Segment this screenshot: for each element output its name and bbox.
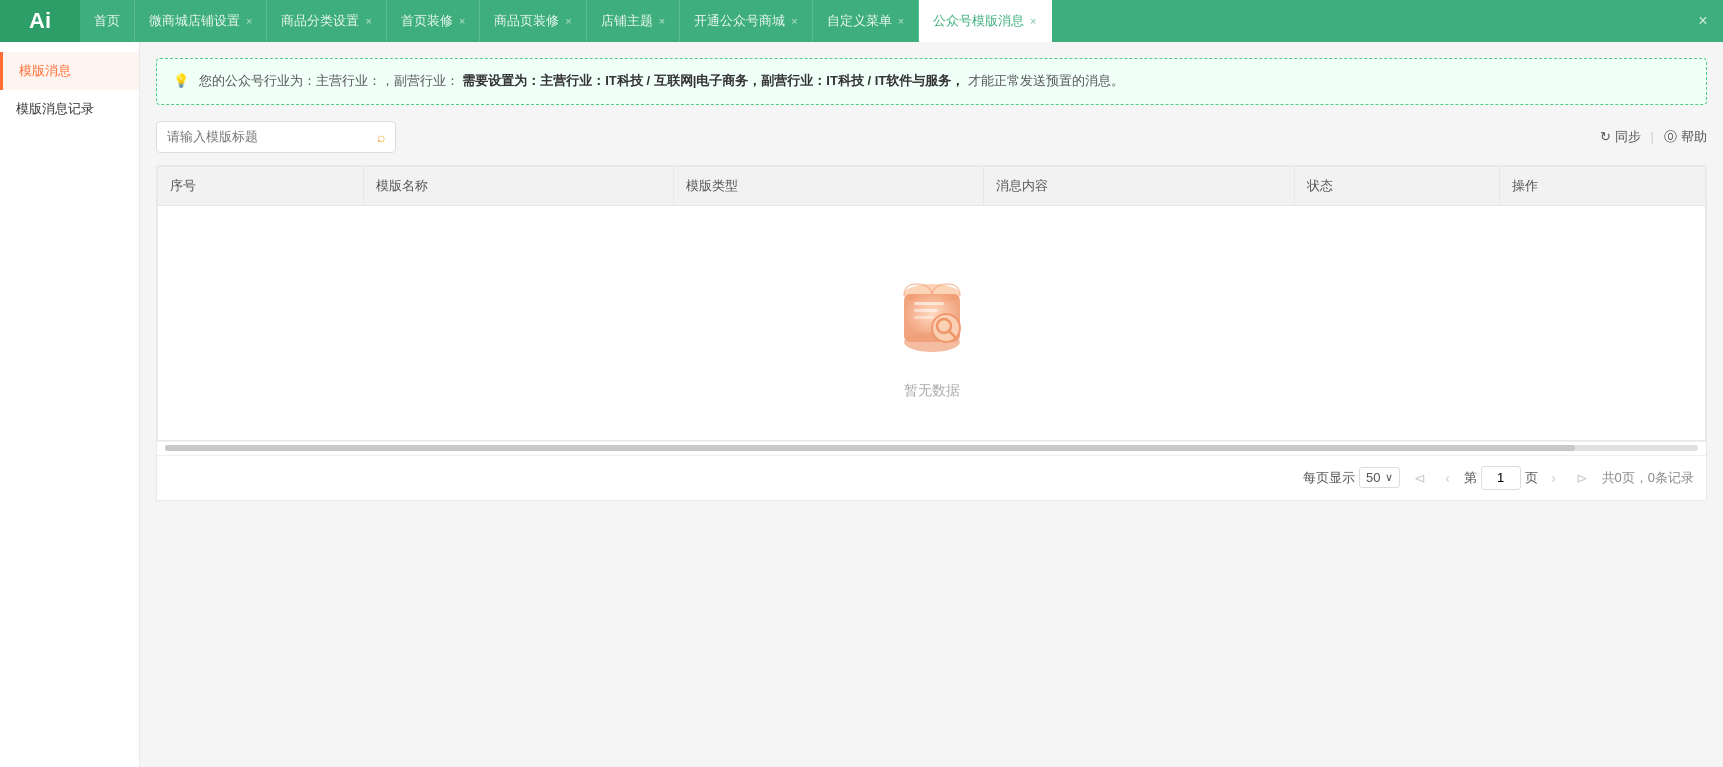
table-header-content: 消息内容 xyxy=(984,166,1294,205)
notice-suffix: 才能正常发送预置的消息。 xyxy=(968,73,1124,88)
empty-state: 暂无数据 xyxy=(158,206,1705,440)
horizontal-scrollbar[interactable] xyxy=(157,441,1706,455)
nav-tab-product-category[interactable]: 商品分类设置× xyxy=(267,0,386,42)
search-input[interactable] xyxy=(167,129,373,144)
total-info: 共0页，0条记录 xyxy=(1602,469,1694,487)
empty-state-row: 暂无数据 xyxy=(158,205,1706,440)
help-label: 帮助 xyxy=(1681,128,1707,146)
page-size-dropdown[interactable]: 50 ∨ xyxy=(1359,467,1399,488)
page-prefix: 第 xyxy=(1464,469,1477,487)
nav-tab-custom-menu[interactable]: 自定义菜单× xyxy=(813,0,919,42)
prev-page-button[interactable]: ‹ xyxy=(1436,466,1460,490)
nav-tab-store-theme[interactable]: 店铺主题× xyxy=(587,0,680,42)
page-suffix: 页 xyxy=(1525,469,1538,487)
close-tab-product-category[interactable]: × xyxy=(365,15,371,27)
page-size-select: 每页显示 50 ∨ xyxy=(1303,467,1399,488)
nav-tab-home[interactable]: 首页 xyxy=(80,0,135,42)
next-page-button[interactable]: › xyxy=(1542,466,1566,490)
notice-banner: 💡 您的公众号行业为：主营行业：，副营行业： 需要设置为：主营行业：IT科技 /… xyxy=(156,58,1707,105)
main-layout: 模版消息模版消息记录 💡 您的公众号行业为：主营行业：，副营行业： 需要设置为：… xyxy=(0,42,1723,767)
close-tab-shop-settings[interactable]: × xyxy=(246,15,252,27)
table-wrapper: 序号模版名称模版类型消息内容状态操作 xyxy=(156,165,1707,501)
empty-text: 暂无数据 xyxy=(904,382,960,400)
search-bar: ⌕ ↻ 同步 | ⓪ 帮助 xyxy=(156,121,1707,153)
sync-label: 同步 xyxy=(1615,128,1641,146)
table-header: 序号模版名称模版类型消息内容状态操作 xyxy=(158,166,1706,205)
sync-button[interactable]: ↻ 同步 xyxy=(1600,128,1641,146)
nav-tab-shop-settings[interactable]: 微商城店铺设置× xyxy=(135,0,267,42)
app-logo: Ai xyxy=(0,0,80,42)
table-header-action: 操作 xyxy=(1500,166,1706,205)
page-size-label: 每页显示 xyxy=(1303,469,1355,487)
table-header-name: 模版名称 xyxy=(363,166,673,205)
scrollbar-track xyxy=(165,445,1698,451)
page-size-value: 50 xyxy=(1366,470,1380,485)
close-tab-home-decoration[interactable]: × xyxy=(459,15,465,27)
close-all-button[interactable]: × xyxy=(1683,0,1723,42)
search-icon[interactable]: ⌕ xyxy=(377,129,385,145)
search-input-wrap[interactable]: ⌕ xyxy=(156,121,396,153)
pagination: 每页显示 50 ∨ ⊲ ‹ 第 页 › ⊳ 共0页，0条记录 xyxy=(157,455,1706,500)
close-tab-product-decoration[interactable]: × xyxy=(565,15,571,27)
nav-tabs: 首页微商城店铺设置×商品分类设置×首页装修×商品页装修×店铺主题×开通公众号商城… xyxy=(80,0,1683,42)
table-header-type: 模版类型 xyxy=(674,166,984,205)
sidebar-item-template-msg[interactable]: 模版消息 xyxy=(0,52,139,90)
notice-highlight: 需要设置为：主营行业：IT科技 / 互联网|电子商务，副营行业：IT科技 / I… xyxy=(462,73,964,88)
table-body: 暂无数据 xyxy=(158,205,1706,440)
nav-tab-open-mall[interactable]: 开通公众号商城× xyxy=(680,0,812,42)
first-page-button[interactable]: ⊲ xyxy=(1408,466,1432,490)
help-button[interactable]: ⓪ 帮助 xyxy=(1664,128,1707,146)
close-tab-custom-menu[interactable]: × xyxy=(898,15,904,27)
close-tab-template-msg[interactable]: × xyxy=(1030,15,1036,27)
toolbar-right: ↻ 同步 | ⓪ 帮助 xyxy=(1600,128,1707,146)
page-number-input[interactable] xyxy=(1481,466,1521,490)
data-table: 序号模版名称模版类型消息内容状态操作 xyxy=(157,166,1706,441)
scrollbar-thumb xyxy=(165,445,1575,451)
empty-icon xyxy=(882,266,982,366)
nav-tab-template-msg[interactable]: 公众号模版消息× xyxy=(919,0,1051,42)
notice-icon: 💡 xyxy=(173,73,189,88)
close-tab-open-mall[interactable]: × xyxy=(791,15,797,27)
chevron-down-icon: ∨ xyxy=(1385,471,1393,484)
page-navigation: ⊲ ‹ 第 页 › ⊳ xyxy=(1408,466,1594,490)
svg-rect-4 xyxy=(914,309,938,312)
svg-rect-5 xyxy=(914,316,934,319)
close-tab-store-theme[interactable]: × xyxy=(659,15,665,27)
table-header-status: 状态 xyxy=(1294,166,1500,205)
notice-prefix: 您的公众号行业为：主营行业：，副营行业： xyxy=(199,73,459,88)
svg-rect-3 xyxy=(914,302,944,305)
nav-tab-home-decoration[interactable]: 首页装修× xyxy=(387,0,480,42)
content-area: 💡 您的公众号行业为：主营行业：，副营行业： 需要设置为：主营行业：IT科技 /… xyxy=(140,42,1723,767)
sync-icon: ↻ xyxy=(1600,129,1611,144)
toolbar-divider: | xyxy=(1651,129,1654,144)
last-page-button[interactable]: ⊳ xyxy=(1570,466,1594,490)
table-header-row: 序号模版名称模版类型消息内容状态操作 xyxy=(158,166,1706,205)
sidebar: 模版消息模版消息记录 xyxy=(0,42,140,767)
sidebar-item-template-msg-record[interactable]: 模版消息记录 xyxy=(0,90,139,128)
nav-tab-product-decoration[interactable]: 商品页装修× xyxy=(480,0,586,42)
table-header-seq: 序号 xyxy=(158,166,364,205)
help-icon: ⓪ xyxy=(1664,128,1677,146)
top-nav: Ai 首页微商城店铺设置×商品分类设置×首页装修×商品页装修×店铺主题×开通公众… xyxy=(0,0,1723,42)
